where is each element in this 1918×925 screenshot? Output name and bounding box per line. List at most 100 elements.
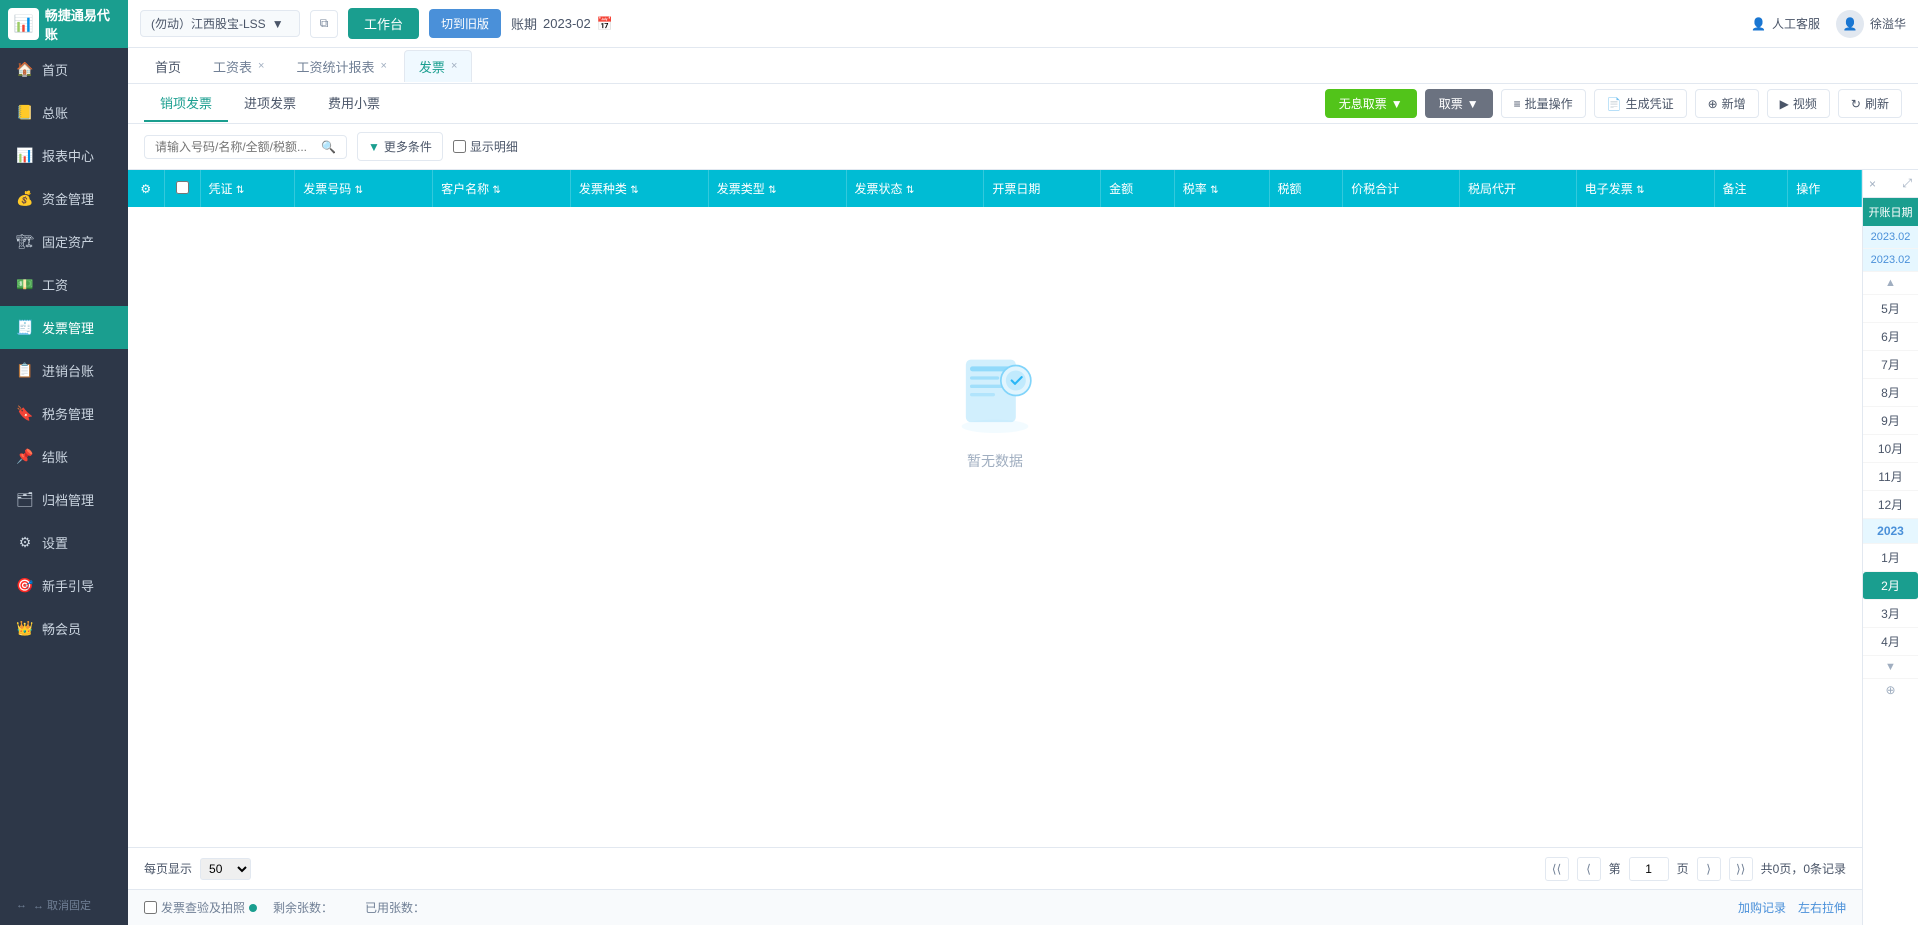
date-close-button[interactable]: ×: [1869, 177, 1876, 191]
funds-icon: 💰: [16, 190, 34, 207]
date-header-1[interactable]: 2023.02: [1863, 226, 1918, 249]
empty-state: 暂无数据: [128, 207, 1862, 607]
tab-salary-stats[interactable]: 工资统计报表 ×: [281, 50, 401, 82]
date-month-2[interactable]: 2月: [1863, 572, 1918, 600]
sidebar-item-tax-mgmt-label: 税务管理: [42, 404, 94, 423]
sidebar-item-salary[interactable]: 💵 工资: [0, 263, 128, 306]
generate-cert-button[interactable]: 📄 生成凭证: [1594, 89, 1687, 118]
date-month-6[interactable]: 6月: [1863, 323, 1918, 351]
salary-tab-close[interactable]: ×: [258, 60, 264, 72]
th-open-date: 开票日期: [984, 170, 1101, 207]
batch-op-icon: ≡: [1514, 97, 1521, 111]
switch-version-button[interactable]: 切到旧版: [429, 9, 501, 38]
voucher-sort-icon: ⇅: [236, 185, 244, 196]
filter-icon: ▼: [368, 140, 380, 154]
deduct-button[interactable]: 取票 ▼: [1425, 89, 1493, 118]
date-down-arrow[interactable]: ▼: [1863, 656, 1918, 679]
generate-cert-label: 生成凭证: [1626, 95, 1674, 112]
topbar: (勿动）江西股宝-LSS ▼ ⧉ 工作台 切到旧版 账期 2023-02 📅 👤…: [128, 0, 1918, 48]
refresh-button[interactable]: ↻ 刷新: [1838, 89, 1902, 118]
unpin-button[interactable]: ↔ ↔ 取消固定: [0, 889, 128, 925]
reports-icon: 📊: [16, 147, 34, 164]
date-scroll-icon[interactable]: ⊕: [1863, 679, 1918, 701]
sidebar-item-settings[interactable]: ⚙ 设置: [0, 521, 128, 564]
date-month-7[interactable]: 7月: [1863, 351, 1918, 379]
sidebar-item-reports[interactable]: 📊 报表中心: [0, 134, 128, 177]
copy-button[interactable]: ⧉: [310, 10, 338, 38]
date-month-3[interactable]: 3月: [1863, 600, 1918, 628]
sidebar-item-home[interactable]: 🏠 首页: [0, 48, 128, 91]
show-detail-checkbox[interactable]: [453, 140, 466, 153]
date-month-9[interactable]: 9月: [1863, 407, 1918, 435]
select-all-checkbox[interactable]: [176, 181, 189, 194]
refresh-label: 刷新: [1865, 95, 1889, 112]
copy-icon: ⧉: [320, 16, 329, 31]
date-header-2[interactable]: 2023.02: [1863, 249, 1918, 272]
sidebar-item-close-books[interactable]: 📌 结账: [0, 435, 128, 478]
search-input[interactable]: [155, 140, 315, 154]
video-button[interactable]: ▶ 视频: [1767, 89, 1830, 118]
sidebar-item-reports-label: 报表中心: [42, 146, 94, 165]
tab-home[interactable]: 首页: [140, 50, 196, 82]
ledger-icon: 📒: [16, 104, 34, 121]
date-month-1[interactable]: 1月: [1863, 544, 1918, 572]
invoice-check-area[interactable]: 发票查验及拍照: [144, 899, 257, 916]
date-month-10[interactable]: 10月: [1863, 435, 1918, 463]
unpin-label: ↔ 取消固定: [33, 897, 91, 913]
no-deduct-button[interactable]: 无息取票 ▼: [1325, 89, 1417, 118]
salary-stats-tab-close[interactable]: ×: [380, 60, 386, 72]
tab-invoice[interactable]: 发票 ×: [404, 50, 472, 82]
sidebar-item-archive[interactable]: 🗂 归档管理: [0, 478, 128, 521]
user-name: 徐溢华: [1870, 15, 1906, 32]
sidebar-item-fixed-assets[interactable]: 🏗 固定资产: [0, 220, 128, 263]
tab-salary[interactable]: 工资表 ×: [198, 50, 279, 82]
page-input[interactable]: [1629, 857, 1669, 881]
per-page-select[interactable]: 20 50 100: [200, 858, 251, 880]
subtab-expense[interactable]: 费用小票: [312, 85, 396, 122]
tax-mgmt-icon: 🔖: [16, 405, 34, 422]
sidebar-item-funds[interactable]: 💰 资金管理: [0, 177, 128, 220]
invoice-tab-close[interactable]: ×: [451, 60, 457, 72]
subtab-sales[interactable]: 销项发票: [144, 85, 228, 122]
prev-page-button[interactable]: ⟨: [1577, 857, 1601, 881]
search-toolbar: 🔍 ▼ 更多条件 显示明细: [128, 124, 1918, 170]
th-remark: 备注: [1714, 170, 1788, 207]
sidebar-item-sales-ledger[interactable]: 📋 进销台账: [0, 349, 128, 392]
filter-button[interactable]: ▼ 更多条件: [357, 132, 443, 161]
invoice-check-checkbox[interactable]: [144, 901, 157, 914]
sidebar-item-membership[interactable]: 👑 畅会员: [0, 607, 128, 650]
open-date-button[interactable]: 开账日期: [1863, 198, 1918, 226]
show-detail-checkbox-area[interactable]: 显示明细: [453, 138, 518, 155]
sidebar-item-close-books-label: 结账: [42, 447, 68, 466]
support-link[interactable]: 👤 人工客服: [1751, 15, 1820, 32]
date-expand-button[interactable]: ⤢: [1902, 176, 1912, 191]
join-link[interactable]: 加购记录: [1738, 899, 1786, 916]
subtab-sales-label: 销项发票: [160, 96, 212, 111]
next-page-button[interactable]: ⟩: [1697, 857, 1721, 881]
table-container[interactable]: ⚙ 凭证 ⇅ 发票号码 ⇅: [128, 170, 1862, 847]
date-year-2023[interactable]: 2023: [1863, 519, 1918, 544]
company-selector[interactable]: (勿动）江西股宝-LSS ▼: [140, 10, 300, 37]
left-right-link[interactable]: 左右拉伸: [1798, 899, 1846, 916]
date-month-12[interactable]: 12月: [1863, 491, 1918, 519]
workbench-button[interactable]: 工作台: [348, 8, 419, 39]
new-button[interactable]: ⊕ 新增: [1695, 89, 1759, 118]
guide-icon: 🎯: [16, 577, 34, 594]
first-page-button[interactable]: ⟨⟨: [1545, 857, 1569, 881]
last-page-button[interactable]: ⟩⟩: [1729, 857, 1753, 881]
subtab-purchase[interactable]: 进项发票: [228, 85, 312, 122]
date-up-arrow[interactable]: ▲: [1863, 272, 1918, 295]
date-month-11[interactable]: 11月: [1863, 463, 1918, 491]
sidebar-item-guide[interactable]: 🎯 新手引导: [0, 564, 128, 607]
sidebar-item-invoice-mgmt[interactable]: 🧾 发票管理: [0, 306, 128, 349]
deduct-dropdown-icon: ▼: [1467, 97, 1479, 111]
date-month-4[interactable]: 4月: [1863, 628, 1918, 656]
date-month-8[interactable]: 8月: [1863, 379, 1918, 407]
sidebar-item-ledger[interactable]: 📒 总账: [0, 91, 128, 134]
date-month-5[interactable]: 5月: [1863, 295, 1918, 323]
sidebar-item-tax-mgmt[interactable]: 🔖 税务管理: [0, 392, 128, 435]
search-box[interactable]: 🔍: [144, 135, 347, 159]
footer: 每页显示 20 50 100 ⟨⟨ ⟨ 第 页 ⟩: [128, 847, 1862, 889]
batch-op-button[interactable]: ≡ 批量操作: [1501, 89, 1586, 118]
user-menu[interactable]: 👤 徐溢华: [1836, 10, 1906, 38]
